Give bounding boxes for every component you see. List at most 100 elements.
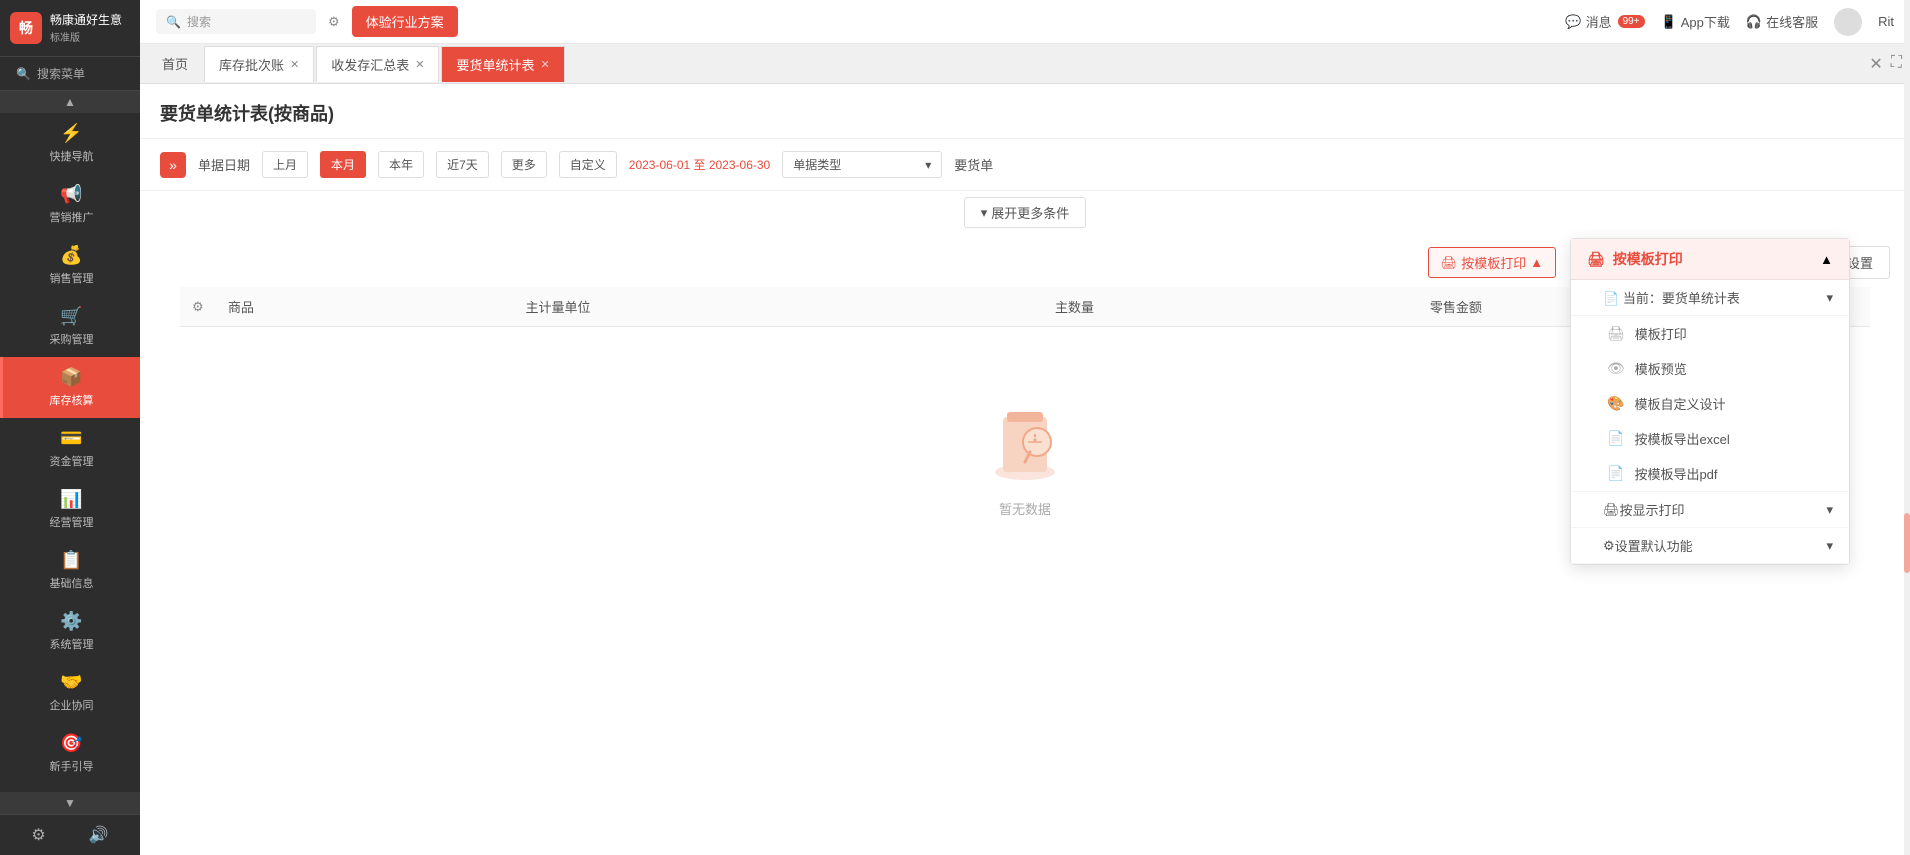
tab-close-icon[interactable]: ✕ <box>290 58 299 71</box>
content-area: 要货单统计表(按商品) » 单据日期 上月 本月 本年 近7天 更多 自定义 2… <box>140 84 1910 855</box>
finance-icon: 💳 <box>60 428 82 449</box>
current-label: 📄 当前：要货单统计表 <box>1603 288 1740 307</box>
dropdown-section-display: 🖨 按显示打印 ▾ <box>1571 492 1849 528</box>
top-search-placeholder: 搜索 <box>187 13 211 30</box>
item-label: 按模板导出excel <box>1634 429 1729 448</box>
volume-icon[interactable]: 🔊 <box>89 825 109 845</box>
top-search-icon: 🔍 <box>166 15 181 29</box>
tab-home[interactable]: 首页 <box>148 46 202 81</box>
item-label: 模板打印 <box>1635 324 1687 343</box>
expand-more-btn[interactable]: ▾ 展开更多条件 <box>964 197 1087 228</box>
date-custom-btn[interactable]: 自定义 <box>559 151 617 178</box>
sidebar-item-appstore[interactable]: 🔔 应用中心 <box>0 784 140 792</box>
col-unit: 主计量单位 <box>514 287 1043 327</box>
operation-icon: 📊 <box>60 489 82 510</box>
dropdown-item-template-preview[interactable]: 👁 模板预览 <box>1571 351 1849 386</box>
sidebar-toggle-btn[interactable]: » <box>160 152 186 178</box>
date-label: 单据日期 <box>198 155 250 174</box>
top-bar-right: 💬 消息 99+ 📱 App下载 🎧 在线客服 Rit <box>1565 8 1894 36</box>
sidebar-item-label: 销售管理 <box>50 270 94 286</box>
top-search-box[interactable]: 🔍 搜索 <box>156 9 316 34</box>
app-download-action[interactable]: 📱 App下载 <box>1661 12 1730 31</box>
tab-inventory-batch[interactable]: 库存批次账 ✕ <box>204 46 314 82</box>
scrollbar-thumb[interactable] <box>1904 513 1910 573</box>
sidebar-item-label: 经营管理 <box>50 514 94 530</box>
order-type-label: 单据类型 <box>793 156 841 173</box>
sidebar-item-basic[interactable]: 📋 基础信息 <box>0 540 140 601</box>
tab-label: 库存批次账 <box>219 55 284 74</box>
print-dropdown-menu: 🖨 按模板打印 ▲ 📄 当前：要货单统计表 ▾ <box>1570 238 1850 565</box>
default-icon: ⚙ <box>1603 538 1615 554</box>
date-current-month-btn[interactable]: 本月 <box>320 151 366 178</box>
table-settings-icon[interactable]: ⚙ <box>192 299 204 314</box>
chevron-down-icon: ▾ <box>981 205 988 221</box>
tab-maximize-icon[interactable]: ⛶ <box>1891 54 1902 74</box>
dropdown-item-template-design[interactable]: 🎨 模板自定义设计 <box>1571 386 1849 421</box>
tab-demand-stats[interactable]: 要货单统计表 ✕ <box>441 46 564 82</box>
tab-close-window-icon[interactable]: ✕ <box>1869 54 1882 74</box>
sidebar-scroll-up[interactable]: ▲ <box>0 91 140 113</box>
chevron-down-icon: ▾ <box>925 158 931 172</box>
settings-icon[interactable]: ⚙ <box>31 825 45 845</box>
tab-label: 要货单统计表 <box>456 55 534 74</box>
chevron-up-icon: ▲ <box>1530 255 1543 270</box>
industry-btn[interactable]: 体验行业方案 <box>352 6 458 37</box>
sidebar-item-label: 资金管理 <box>50 453 94 469</box>
dropdown-item-export-pdf[interactable]: 📄 按模板导出pdf <box>1571 456 1849 491</box>
sidebar-item-purchase[interactable]: 🛒 采购管理 <box>0 296 140 357</box>
order-type-select[interactable]: 单据类型 ▾ <box>782 151 942 178</box>
date-current-year-btn[interactable]: 本年 <box>378 151 424 178</box>
action-bar: 🖨 按模板打印 ▲ 📄 当前：要货单统计表 ▾ <box>140 238 1910 287</box>
dropdown-set-default[interactable]: ⚙ 设置默认功能 ▾ <box>1571 528 1849 563</box>
logo: 畅 畅康通好生意 标准版 <box>0 0 140 57</box>
main-area: 🔍 搜索 ⚙ 体验行业方案 💬 消息 99+ 📱 App下载 🎧 在线客服 Ri… <box>140 0 1910 855</box>
dropdown-current-item[interactable]: 📄 当前：要货单统计表 ▾ <box>1571 280 1849 315</box>
sidebar-item-sales[interactable]: 💰 销售管理 <box>0 235 140 296</box>
tab-inout-summary[interactable]: 收发存汇总表 ✕ <box>316 46 439 82</box>
avatar[interactable] <box>1834 8 1862 36</box>
sidebar-item-collab[interactable]: 🤝 企业协同 <box>0 662 140 723</box>
sidebar-item-system[interactable]: ⚙️ 系统管理 <box>0 601 140 662</box>
current-text: 当前：要货单统计表 <box>1623 291 1740 306</box>
dropdown-item-template-print[interactable]: 🖨 模板打印 <box>1571 316 1849 351</box>
dropdown-title: 🖨 按模板打印 <box>1587 249 1683 269</box>
dropdown-header[interactable]: 🖨 按模板打印 ▲ <box>1571 239 1849 280</box>
date-7days-btn[interactable]: 近7天 <box>436 151 489 178</box>
sidebar-item-finance[interactable]: 💳 资金管理 <box>0 418 140 479</box>
dropdown-display-print[interactable]: 🖨 按显示打印 ▾ <box>1571 492 1849 527</box>
dropdown-item-export-excel[interactable]: 📄 按模板导出excel <box>1571 421 1849 456</box>
preview-icon: 👁 <box>1607 360 1625 377</box>
tab-close-icon[interactable]: ✕ <box>415 58 424 71</box>
purchase-icon: 🛒 <box>60 306 82 327</box>
sidebar-scroll-down[interactable]: ▼ <box>0 792 140 814</box>
search-menu[interactable]: 🔍 搜索菜单 <box>0 57 140 91</box>
sidebar-item-guide[interactable]: 🎯 新手引导 <box>0 723 140 784</box>
sidebar-item-shortcut[interactable]: ⚡ 快捷导航 <box>0 113 140 174</box>
date-prev-month-btn[interactable]: 上月 <box>262 151 308 178</box>
sidebar-item-marketing[interactable]: 📢 营销推广 <box>0 174 140 235</box>
tab-close-icon[interactable]: ✕ <box>541 58 550 71</box>
printer-small-icon: 🖨 <box>1607 325 1625 342</box>
filter-expand-row: ▾ 展开更多条件 <box>140 191 1910 238</box>
basic-icon: 📋 <box>60 550 82 571</box>
marketing-icon: 📢 <box>60 184 82 205</box>
message-label: 消息 <box>1586 12 1612 31</box>
inventory-icon: 📦 <box>60 367 82 388</box>
message-icon: 💬 <box>1565 14 1581 30</box>
display-print-icon: 🖨 <box>1603 502 1620 518</box>
dropdown-section-default: ⚙ 设置默认功能 ▾ <box>1571 528 1849 564</box>
col-goods: 商品 <box>216 287 514 327</box>
empty-text: 暂无数据 <box>999 499 1051 518</box>
chevron-down-icon: ▾ <box>1826 538 1833 554</box>
online-service-action[interactable]: 🎧 在线客服 <box>1746 12 1818 31</box>
sidebar-item-inventory[interactable]: 📦 库存核算 <box>0 357 140 418</box>
sidebar-item-operation[interactable]: 📊 经营管理 <box>0 479 140 540</box>
app-download-label: App下载 <box>1681 12 1730 31</box>
chevron-down-icon: ▾ <box>1826 502 1833 518</box>
date-more-btn[interactable]: 更多 <box>501 151 547 178</box>
print-btn[interactable]: 🖨 按模板打印 ▲ <box>1428 247 1556 278</box>
top-gear-icon[interactable]: ⚙ <box>328 14 340 30</box>
item-label: 模板自定义设计 <box>1634 394 1725 413</box>
phone-icon: 📱 <box>1661 14 1677 30</box>
message-action[interactable]: 💬 消息 99+ <box>1565 12 1644 31</box>
